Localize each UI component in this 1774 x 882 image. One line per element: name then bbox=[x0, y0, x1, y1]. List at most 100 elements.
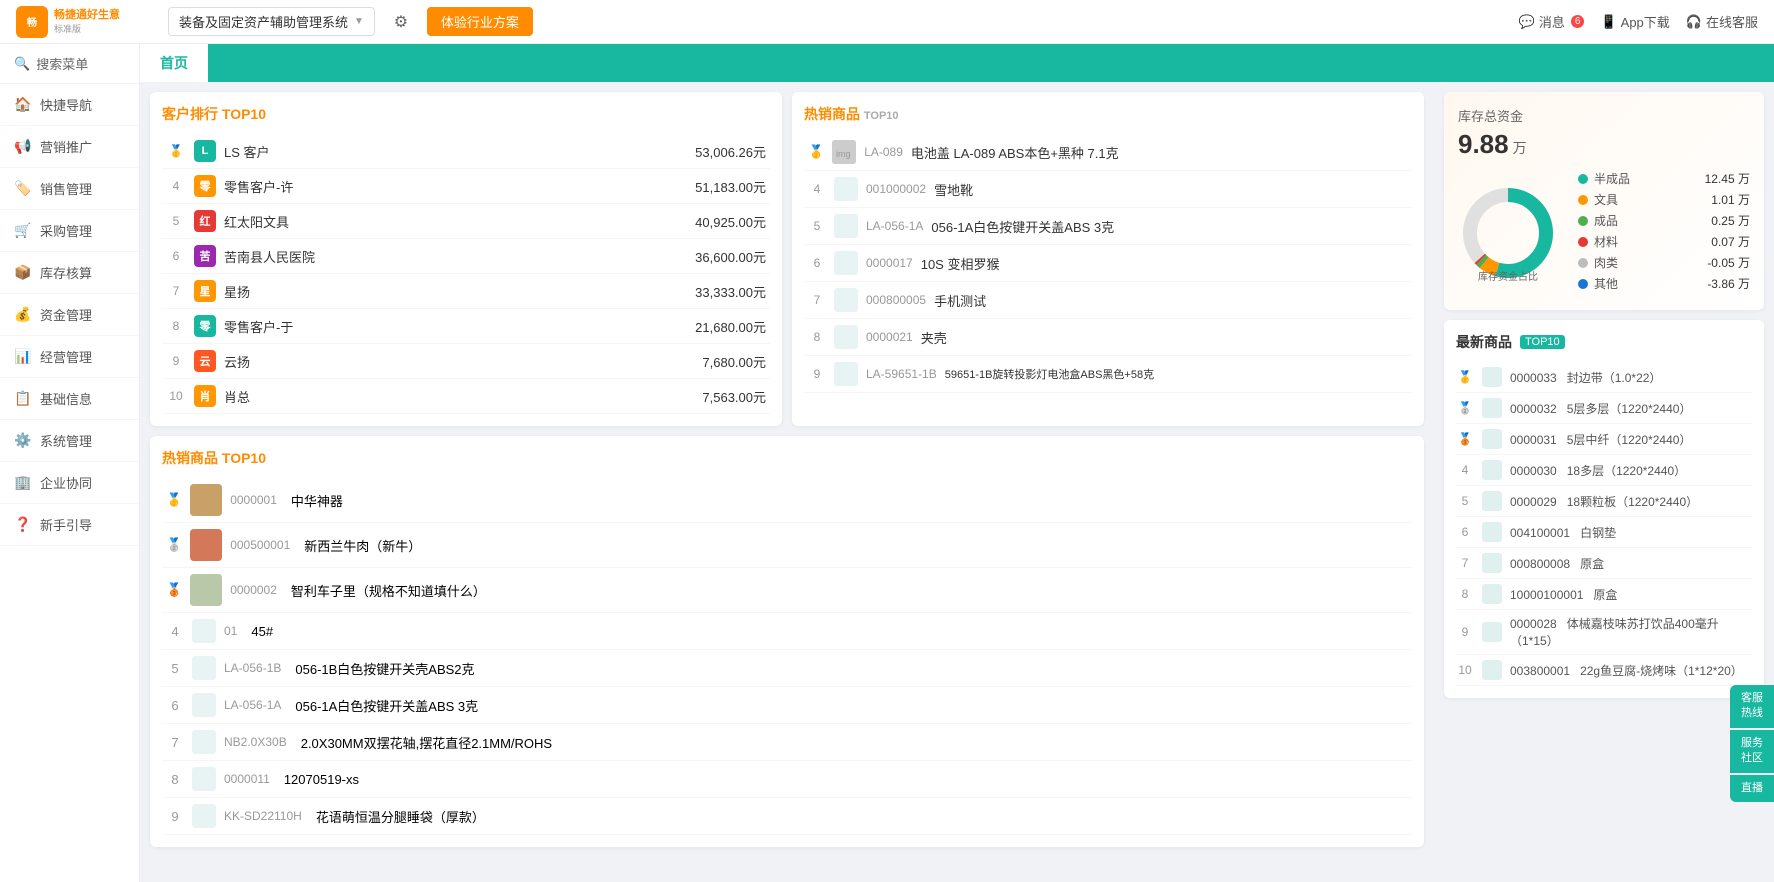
float-service-community-button[interactable]: 服务社区 bbox=[1730, 730, 1774, 773]
product-code: 000800005 bbox=[866, 293, 926, 307]
new-product-row: 🥉 0000031 5层中纤（1220*2440） bbox=[1456, 424, 1752, 455]
rank-num: 8 bbox=[166, 772, 184, 787]
phone-icon: 📱 bbox=[1600, 14, 1616, 30]
legend-dot bbox=[1578, 279, 1588, 289]
new-product-row: 5 0000029 18颗粒板（1220*2440） bbox=[1456, 486, 1752, 517]
product-code: LA-59651-1B bbox=[866, 367, 937, 381]
np-info: 000800008 原盒 bbox=[1510, 555, 1752, 572]
stock-unit: 万 bbox=[1513, 138, 1527, 158]
product-thumb bbox=[192, 693, 216, 717]
legend-item: 半成品 12.45 万 bbox=[1578, 170, 1750, 187]
product-name: 新西兰牛肉（新牛） bbox=[304, 536, 421, 555]
content-area: 首页 客户排行 TOP10 🥇 L LS 客户 bbox=[140, 44, 1774, 882]
rank-num: 4 bbox=[166, 179, 186, 193]
product-row: 6 0000017 10S 变相罗猴 bbox=[804, 245, 1412, 282]
legend-val: -0.05 万 bbox=[1707, 254, 1750, 271]
legend-name: 其他 bbox=[1594, 275, 1701, 292]
new-product-row: 4 0000030 18多层（1220*2440） bbox=[1456, 455, 1752, 486]
sidebar-item-system[interactable]: ⚙️ 系统管理 bbox=[0, 420, 139, 462]
product-code: 0000011 bbox=[224, 772, 270, 786]
sidebar-item-label: 库存核算 bbox=[40, 263, 92, 282]
new-product-row: 9 0000028 体械嘉枝味苏打饮品400毫升（1*15） bbox=[1456, 610, 1752, 655]
system-selector[interactable]: 装备及固定资产辅助管理系统 ▼ bbox=[168, 7, 375, 36]
legend-dot bbox=[1578, 174, 1588, 184]
product-name: 056-1B白色按键开关壳ABS2克 bbox=[295, 659, 474, 678]
trial-button[interactable]: 体验行业方案 bbox=[427, 7, 533, 36]
float-customer-service-button[interactable]: 客服热线 bbox=[1730, 685, 1774, 728]
np-thumb bbox=[1482, 429, 1502, 449]
sidebar-item-finance[interactable]: 💰 资金管理 bbox=[0, 294, 139, 336]
product-thumb bbox=[192, 656, 216, 680]
top-two-col: 客户排行 TOP10 🥇 L LS 客户 53,006.26元 4 零 bbox=[150, 92, 1424, 426]
product-row: 🥈 000500001 新西兰牛肉（新牛） bbox=[162, 523, 1412, 568]
customer-ranking-title: 客户排行 TOP10 bbox=[162, 104, 770, 124]
ranking-row: 9 云 云扬 7,680.00元 bbox=[162, 344, 770, 379]
search-menu-label: 搜索菜单 bbox=[36, 54, 88, 73]
product-name: 45# bbox=[251, 624, 273, 639]
sidebar-item-basic[interactable]: 📋 基础信息 bbox=[0, 378, 139, 420]
finance-icon: 💰 bbox=[14, 306, 32, 324]
message-label: 消息 bbox=[1539, 12, 1565, 31]
header-right: 💬 消息 6 📱 App下载 🎧 在线客服 bbox=[1519, 12, 1758, 31]
rank-num: 5 bbox=[808, 219, 826, 233]
product-thumb bbox=[834, 251, 858, 275]
new-product-row: 7 000800008 原盒 bbox=[1456, 548, 1752, 579]
ranking-row: 🥇 L LS 客户 53,006.26元 bbox=[162, 134, 770, 169]
float-service: 客服热线 服务社区 直播 bbox=[1730, 685, 1774, 802]
center-panel: 客户排行 TOP10 🥇 L LS 客户 53,006.26元 4 零 bbox=[140, 82, 1434, 882]
new-products-list: 🥇 0000033 封边带（1.0*22） 🥈 0000032 5层多层（122… bbox=[1456, 362, 1752, 686]
app-download-button[interactable]: 📱 App下载 bbox=[1600, 12, 1669, 31]
right-panel: 库存总资金 9.88 万 bbox=[1434, 82, 1774, 882]
product-name: 夹壳 bbox=[921, 328, 947, 347]
sidebar-item-quick-nav[interactable]: 🏠 快捷导航 bbox=[0, 84, 139, 126]
sidebar-item-inventory[interactable]: 📦 库存核算 bbox=[0, 252, 139, 294]
rank-num: 6 bbox=[1456, 525, 1474, 539]
sidebar-item-purchase[interactable]: 🛒 采购管理 bbox=[0, 210, 139, 252]
legend-val: 1.01 万 bbox=[1711, 191, 1750, 208]
customer-badge: 红 bbox=[194, 210, 216, 232]
sidebar-item-label: 基础信息 bbox=[40, 389, 92, 408]
customer-badge: 肖 bbox=[194, 385, 216, 407]
rank-medal: 🥇 bbox=[808, 144, 824, 160]
legend-name: 材料 bbox=[1594, 233, 1705, 250]
np-info: 003800001 22g鱼豆腐-烧烤味（1*12*20） bbox=[1510, 662, 1752, 679]
product-row: 4 01 45# bbox=[162, 613, 1412, 650]
message-button[interactable]: 💬 消息 6 bbox=[1519, 12, 1585, 31]
product-thumb: img bbox=[832, 140, 856, 164]
search-menu-button[interactable]: 🔍 搜索菜单 bbox=[0, 44, 139, 84]
hot-products-list: 🥇 0000001 中华神器 🥈 00050 bbox=[162, 478, 1412, 835]
rank-num: 4 bbox=[166, 624, 184, 639]
sidebar-item-sales[interactable]: 🏷️ 销售管理 bbox=[0, 168, 139, 210]
sidebar-item-marketing[interactable]: 📢 营销推广 bbox=[0, 126, 139, 168]
settings-button[interactable]: ⚙ bbox=[387, 8, 415, 36]
product-name: 2.0X30MM双摆花轴,摆花直径2.1MM/ROHS bbox=[301, 733, 552, 752]
sidebar-item-operation[interactable]: 📊 经营管理 bbox=[0, 336, 139, 378]
online-service-button[interactable]: 🎧 在线客服 bbox=[1686, 12, 1758, 31]
svg-text:img: img bbox=[836, 149, 851, 159]
search-icon: 🔍 bbox=[14, 56, 30, 72]
tab-home[interactable]: 首页 bbox=[140, 44, 208, 82]
rank-num: 8 bbox=[1456, 587, 1474, 601]
product-name: 电池盖 LA-089 ABS本色+黑种 7.1克 bbox=[911, 143, 1119, 162]
product-name: 056-1A白色按键开关盖ABS 3克 bbox=[295, 696, 478, 715]
sidebar-item-guide[interactable]: ❓ 新手引导 bbox=[0, 504, 139, 546]
tab-nav: 首页 bbox=[140, 44, 1774, 82]
np-info: 0000030 18多层（1220*2440） bbox=[1510, 462, 1752, 479]
product-image-thumb bbox=[190, 574, 222, 606]
customer-badge: 星 bbox=[194, 280, 216, 302]
tab-home-label: 首页 bbox=[160, 53, 188, 73]
rank-medal-silver: 🥈 bbox=[166, 537, 182, 553]
new-product-row: 🥈 0000032 5层多层（1220*2440） bbox=[1456, 393, 1752, 424]
product-code: LA-056-1A bbox=[866, 219, 923, 233]
sidebar-item-label: 资金管理 bbox=[40, 305, 92, 324]
product-name: 智利车子里（规格不知道填什么） bbox=[291, 581, 486, 600]
product-code: 0000001 bbox=[230, 493, 277, 507]
ranking-row: 5 红 红太阳文具 40,925.00元 bbox=[162, 204, 770, 239]
logo-icon: 畅 bbox=[16, 6, 48, 38]
customer-name: 云扬 bbox=[224, 352, 694, 371]
legend-item: 材料 0.07 万 bbox=[1578, 233, 1750, 250]
main-content: 客户排行 TOP10 🥇 L LS 客户 53,006.26元 4 零 bbox=[140, 82, 1774, 882]
float-live-button[interactable]: 直播 bbox=[1730, 775, 1774, 802]
sidebar-item-enterprise[interactable]: 🏢 企业协同 bbox=[0, 462, 139, 504]
rank-num: 7 bbox=[166, 284, 186, 298]
